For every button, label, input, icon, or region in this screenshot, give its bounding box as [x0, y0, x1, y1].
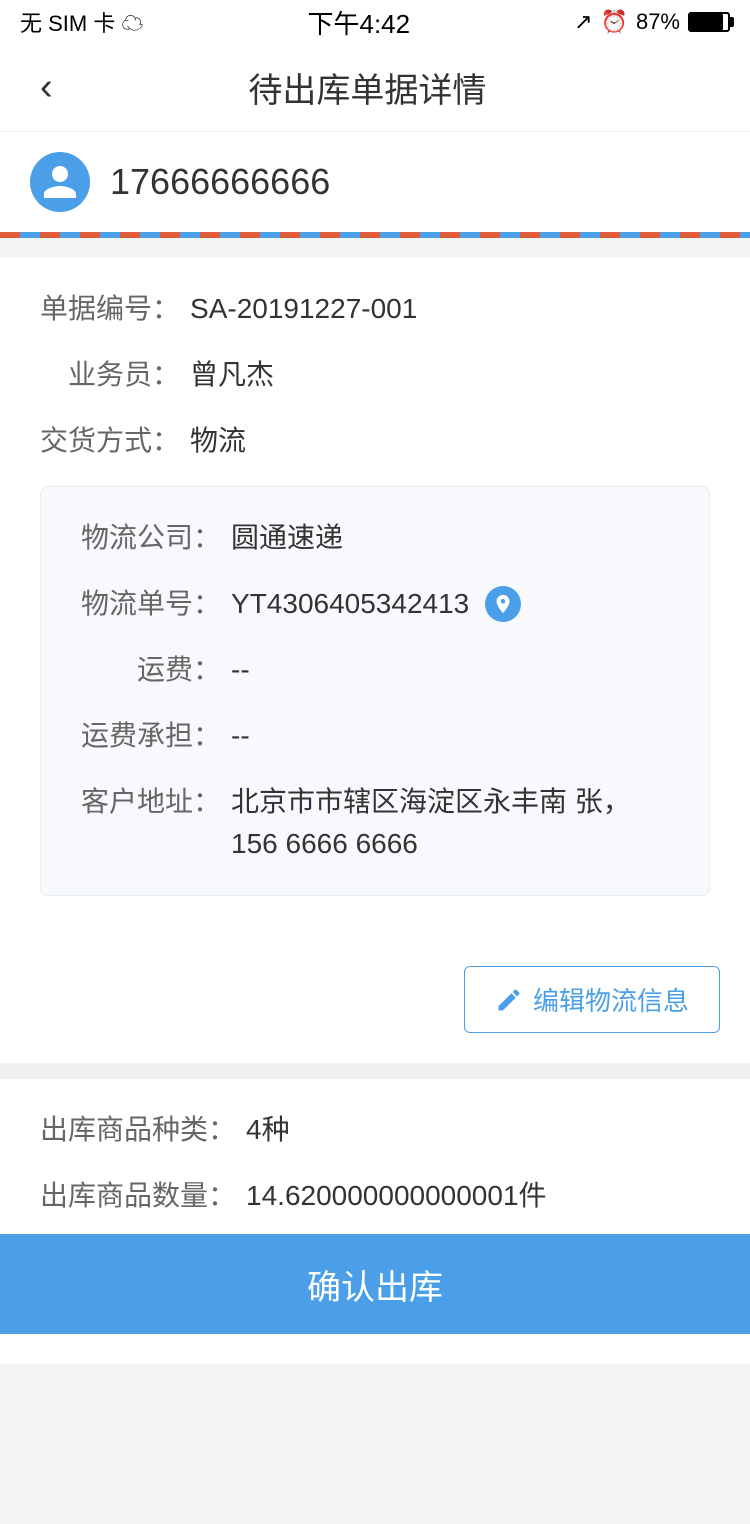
nav-bar: ‹ 待出库单据详情	[0, 44, 750, 132]
tracking-row: 物流单号： YT4306405342413	[81, 583, 669, 625]
salesman-value: 曾凡杰	[190, 354, 710, 396]
dashed-separator	[0, 232, 750, 238]
freight-label: 运费：	[81, 649, 221, 691]
delivery-label: 交货方式：	[40, 420, 180, 462]
freight-bearer-value: --	[231, 715, 669, 757]
goods-quantity-row: 出库商品数量： 14.620000000000001件	[40, 1175, 710, 1217]
bottom-spacer	[0, 1364, 750, 1524]
freight-bearer-row: 运费承担： --	[81, 715, 669, 757]
status-bar: 无 SIM 卡 ☁ 下午4:42 ↗ ⏰ 87%	[0, 0, 750, 44]
system-icons: ↗ ⏰ 87%	[574, 9, 730, 35]
goods-quantity-label: 出库商品数量：	[40, 1175, 236, 1217]
confirm-outbound-button[interactable]: 确认出库	[0, 1234, 750, 1334]
delivery-value: 物流	[190, 420, 710, 462]
tracking-no: YT4306405342413	[231, 583, 469, 625]
battery-icon	[688, 12, 730, 32]
edit-logistics-row: 编辑物流信息	[0, 946, 750, 1063]
salesman-label: 业务员：	[40, 354, 180, 396]
doc-no-label: 单据编号：	[40, 288, 180, 330]
time-display: 下午4:42	[307, 4, 410, 41]
doc-no-value: SA-20191227-001	[190, 288, 710, 330]
back-button[interactable]: ‹	[30, 56, 63, 119]
delivery-row: 交货方式： 物流	[40, 420, 710, 462]
user-phone: 17666666666	[110, 161, 330, 203]
goods-types-label: 出库商品种类：	[40, 1109, 236, 1151]
address-row: 客户地址： 北京市市辖区海淀区永丰南 张，156 6666 6666	[81, 781, 669, 865]
logistics-company-value: 圆通速递	[231, 517, 669, 559]
tracking-label: 物流单号：	[81, 583, 221, 625]
address-label: 客户地址：	[81, 781, 221, 823]
battery-percentage: 87%	[636, 9, 680, 35]
user-icon	[40, 162, 80, 202]
alarm-icon: ⏰	[601, 9, 628, 35]
address-value: 北京市市辖区海淀区永丰南 张，156 6666 6666	[231, 781, 669, 865]
page-title: 待出库单据详情	[63, 63, 672, 112]
goods-quantity-value: 14.620000000000001件	[246, 1175, 710, 1217]
edit-icon	[495, 986, 523, 1014]
freight-value: --	[231, 649, 669, 691]
section-divider	[0, 1063, 750, 1079]
edit-logistics-button[interactable]: 编辑物流信息	[464, 966, 720, 1033]
carrier-wifi: 无 SIM 卡 ☁	[20, 6, 143, 38]
tracking-value-row: YT4306405342413	[231, 583, 669, 625]
tracking-location-icon[interactable]	[485, 586, 521, 622]
logistics-company-label: 物流公司：	[81, 517, 221, 559]
edit-logistics-label: 编辑物流信息	[533, 981, 689, 1018]
map-pin-icon	[492, 593, 514, 615]
location-status-icon: ↗	[574, 9, 592, 35]
freight-row: 运费： --	[81, 649, 669, 691]
goods-types-value: 4种	[246, 1109, 710, 1151]
confirm-outbound-label: 确认出库	[307, 1260, 443, 1309]
logistics-company-row: 物流公司： 圆通速递	[81, 517, 669, 559]
inventory-section: 出库商品种类： 4种 出库商品数量： 14.620000000000001件	[0, 1079, 750, 1247]
freight-bearer-label: 运费承担：	[81, 715, 221, 757]
salesman-row: 业务员： 曾凡杰	[40, 354, 710, 396]
document-info-section: 单据编号： SA-20191227-001 业务员： 曾凡杰 交货方式： 物流 …	[0, 258, 750, 946]
doc-no-row: 单据编号： SA-20191227-001	[40, 288, 710, 330]
logistics-card: 物流公司： 圆通速递 物流单号： YT4306405342413 运费： -- …	[40, 486, 710, 896]
goods-types-row: 出库商品种类： 4种	[40, 1109, 710, 1151]
avatar	[30, 152, 90, 212]
user-header: 17666666666	[0, 132, 750, 232]
